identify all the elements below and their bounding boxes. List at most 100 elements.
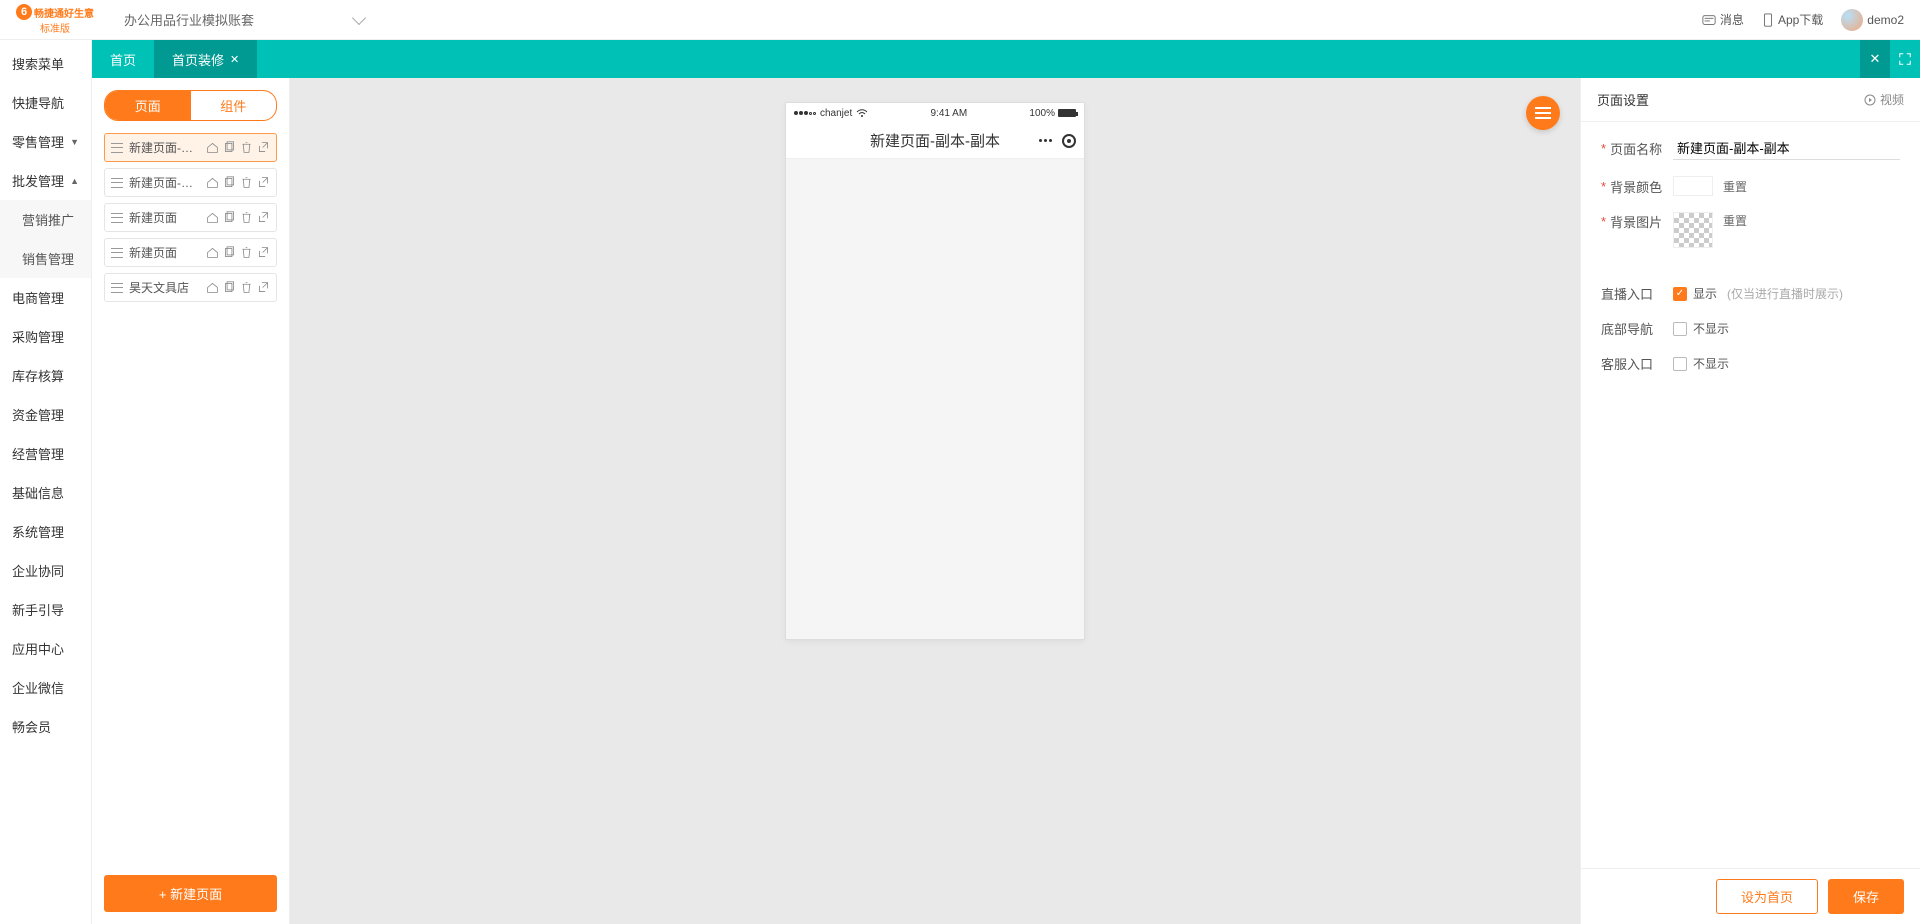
phone-body[interactable] bbox=[786, 159, 1084, 639]
copy-icon[interactable] bbox=[223, 211, 236, 224]
page-item[interactable]: 新建页面-副本 bbox=[104, 168, 277, 197]
signal-icon bbox=[794, 111, 816, 115]
bottom-nav-label: 底部导航 bbox=[1601, 319, 1653, 338]
page-item[interactable]: 新建页面 bbox=[104, 203, 277, 232]
page-item[interactable]: 昊天文具店 bbox=[104, 273, 277, 302]
sidebar-item-purchase[interactable]: 采购管理 bbox=[0, 317, 91, 356]
drag-handle-icon[interactable] bbox=[111, 143, 123, 153]
sidebar-item-appcenter[interactable]: 应用中心 bbox=[0, 629, 91, 668]
sidebar-item-wholesale[interactable]: 批发管理▲ bbox=[0, 161, 91, 200]
live-entry-checkbox[interactable]: 显示 (仅当进行直播时展示) bbox=[1673, 285, 1843, 302]
delete-icon[interactable] bbox=[240, 176, 253, 189]
save-button[interactable]: 保存 bbox=[1828, 879, 1904, 914]
copy-icon[interactable] bbox=[223, 281, 236, 294]
sidebar-item-system[interactable]: 系统管理 bbox=[0, 512, 91, 551]
sidebar-item-inventory[interactable]: 库存核算 bbox=[0, 356, 91, 395]
bg-image-reset[interactable]: 重置 bbox=[1723, 212, 1747, 229]
right-panel: 页面设置 视频 *页面名称 *背景颜色 重置 bbox=[1580, 78, 1920, 924]
tab-home[interactable]: 首页 bbox=[92, 40, 154, 78]
bg-color-swatch[interactable] bbox=[1673, 176, 1713, 196]
sidebar-item-collab[interactable]: 企业协同 bbox=[0, 551, 91, 590]
tab-decoration[interactable]: 首页装修 ✕ bbox=[154, 40, 257, 78]
top-header: 6 畅捷通好生意 标准版 办公用品行业模拟账套 消息 App下载 demo2 bbox=[0, 0, 1920, 40]
delete-icon[interactable] bbox=[240, 246, 253, 259]
sidebar-item-retail[interactable]: 零售管理▼ bbox=[0, 122, 91, 161]
sidebar-item-basic[interactable]: 基础信息 bbox=[0, 473, 91, 512]
page-item[interactable]: 新建页面-副本... bbox=[104, 133, 277, 162]
bg-image-label: 背景图片 bbox=[1610, 212, 1662, 231]
phone-title-bar: 新建页面-副本-副本 bbox=[786, 123, 1084, 159]
caret-down-icon: ▼ bbox=[70, 137, 79, 147]
messages-button[interactable]: 消息 bbox=[1702, 11, 1744, 28]
user-menu[interactable]: demo2 bbox=[1841, 9, 1904, 31]
drag-handle-icon[interactable] bbox=[111, 283, 123, 293]
checkbox-icon bbox=[1673, 357, 1687, 371]
drag-handle-icon[interactable] bbox=[111, 248, 123, 258]
copy-icon[interactable] bbox=[223, 176, 236, 189]
tabs-fullscreen-button[interactable] bbox=[1890, 40, 1920, 78]
home-icon[interactable] bbox=[206, 246, 219, 259]
sidebar-item-member[interactable]: 畅会员 bbox=[0, 707, 91, 746]
bg-color-reset[interactable]: 重置 bbox=[1723, 178, 1747, 195]
delete-icon[interactable] bbox=[240, 141, 253, 154]
set-home-button[interactable]: 设为首页 bbox=[1716, 879, 1818, 914]
drag-handle-icon[interactable] bbox=[111, 213, 123, 223]
bg-color-label: 背景颜色 bbox=[1610, 177, 1662, 196]
bottom-nav-checkbox[interactable]: 不显示 bbox=[1673, 320, 1729, 337]
sidebar-item-operations[interactable]: 经营管理 bbox=[0, 434, 91, 473]
fab-menu-button[interactable] bbox=[1526, 96, 1560, 130]
copy-icon[interactable] bbox=[223, 141, 236, 154]
tab-close-icon[interactable]: ✕ bbox=[230, 53, 239, 66]
segment-component[interactable]: 组件 bbox=[191, 91, 277, 120]
delete-icon[interactable] bbox=[240, 211, 253, 224]
video-link[interactable]: 视频 bbox=[1864, 91, 1904, 108]
export-icon[interactable] bbox=[257, 141, 270, 154]
service-entry-checkbox[interactable]: 不显示 bbox=[1673, 355, 1729, 372]
sidebar-item-finance[interactable]: 资金管理 bbox=[0, 395, 91, 434]
export-icon[interactable] bbox=[257, 211, 270, 224]
sidebar-item-ecommerce[interactable]: 电商管理 bbox=[0, 278, 91, 317]
logo-icon: 6 bbox=[16, 4, 32, 20]
export-icon[interactable] bbox=[257, 246, 270, 259]
segment-page[interactable]: 页面 bbox=[105, 91, 191, 120]
sidebar-item-sales[interactable]: 销售管理 bbox=[0, 239, 91, 278]
fullscreen-icon bbox=[1898, 52, 1912, 66]
checkbox-icon bbox=[1673, 287, 1687, 301]
org-selector-label: 办公用品行业模拟账套 bbox=[124, 10, 254, 29]
sidebar-item-guide[interactable]: 新手引导 bbox=[0, 590, 91, 629]
export-icon[interactable] bbox=[257, 281, 270, 294]
sidebar-item-search[interactable]: 搜索菜单 bbox=[0, 44, 91, 83]
hamburger-icon bbox=[1535, 107, 1551, 119]
phone-icon bbox=[1762, 13, 1774, 27]
play-icon bbox=[1864, 94, 1876, 106]
new-page-button[interactable]: + 新建页面 bbox=[104, 875, 277, 912]
live-entry-label: 直播入口 bbox=[1601, 284, 1653, 303]
home-icon[interactable] bbox=[206, 141, 219, 154]
sidebar-item-quicknav[interactable]: 快捷导航 bbox=[0, 83, 91, 122]
page-name-input[interactable] bbox=[1673, 136, 1900, 160]
tabs-bar: 首页 首页装修 ✕ ✕ bbox=[92, 40, 1920, 78]
page-item[interactable]: 新建页面 bbox=[104, 238, 277, 267]
phone-preview: chanjet 9:41 AM 100% 新建页面-副本-副本 bbox=[785, 102, 1085, 640]
tabs-close-all-button[interactable]: ✕ bbox=[1860, 40, 1890, 78]
export-icon[interactable] bbox=[257, 176, 270, 189]
sidebar: 搜索菜单 快捷导航 零售管理▼ 批发管理▲ 营销推广 销售管理 电商管理 采购管… bbox=[0, 40, 92, 924]
app-download-button[interactable]: App下载 bbox=[1762, 11, 1823, 28]
org-selector[interactable]: 办公用品行业模拟账套 bbox=[124, 10, 364, 29]
sidebar-item-wechat[interactable]: 企业微信 bbox=[0, 668, 91, 707]
sidebar-item-marketing[interactable]: 营销推广 bbox=[0, 200, 91, 239]
drag-handle-icon[interactable] bbox=[111, 178, 123, 188]
wifi-icon bbox=[856, 108, 868, 118]
battery-icon bbox=[1058, 109, 1076, 117]
bg-image-picker[interactable] bbox=[1673, 212, 1713, 248]
home-icon[interactable] bbox=[206, 281, 219, 294]
caret-up-icon: ▲ bbox=[70, 176, 79, 186]
message-icon bbox=[1702, 13, 1716, 27]
right-panel-footer: 设为首页 保存 bbox=[1581, 868, 1920, 924]
battery-label: 100% bbox=[1029, 108, 1055, 119]
home-icon[interactable] bbox=[206, 211, 219, 224]
home-icon[interactable] bbox=[206, 176, 219, 189]
copy-icon[interactable] bbox=[223, 246, 236, 259]
avatar bbox=[1841, 9, 1863, 31]
delete-icon[interactable] bbox=[240, 281, 253, 294]
